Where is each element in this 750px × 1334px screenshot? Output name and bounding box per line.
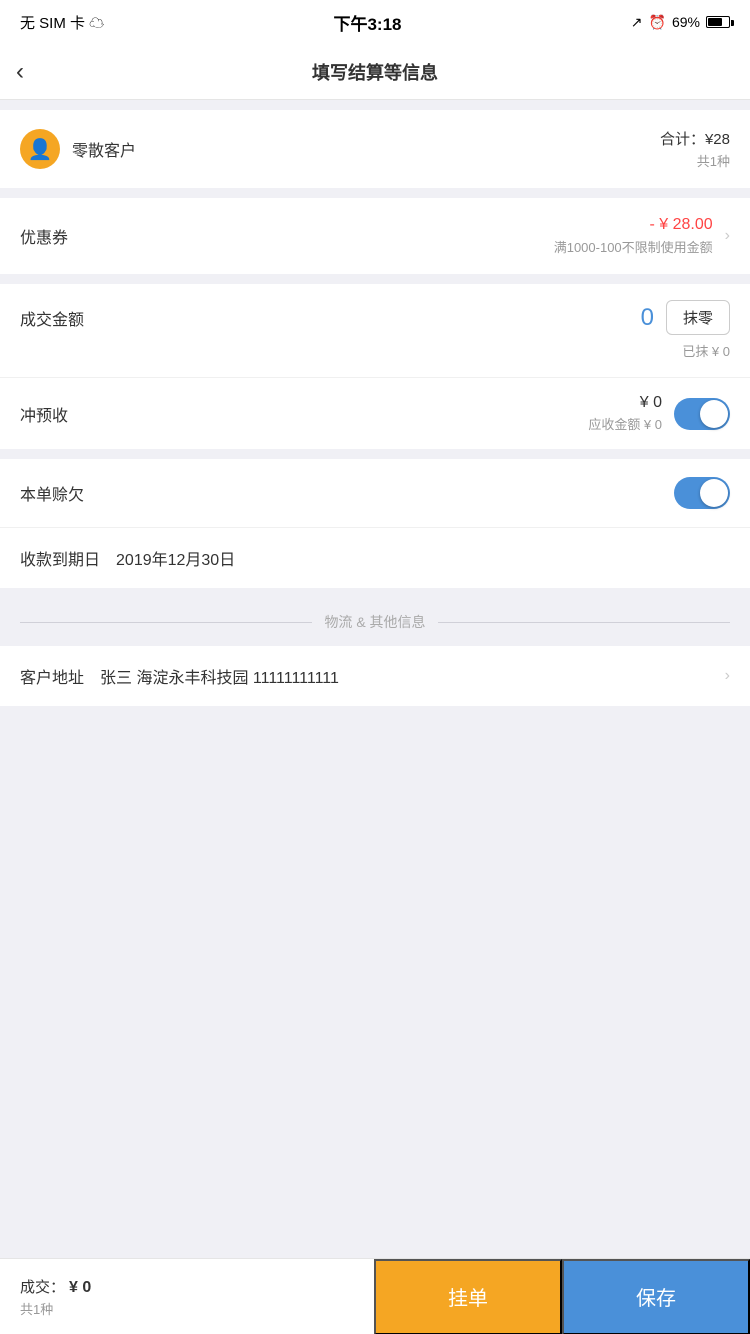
page-title: 填写结算等信息 — [312, 59, 438, 85]
round-zero-button[interactable]: 抹零 — [666, 300, 730, 335]
debt-label: 本单赊欠 — [20, 481, 84, 505]
logistics-header-text: 物流 & 其他信息 — [324, 612, 425, 632]
transaction-amount-label: 成交金额 — [20, 306, 84, 330]
due-date-value: 2019年12月30日 — [116, 546, 235, 570]
debt-toggle[interactable] — [674, 477, 730, 509]
advance-toggle[interactable] — [674, 398, 730, 430]
transaction-amount-section: 成交金额 0 抹零 已抹 ¥ 0 — [0, 284, 750, 378]
customer-name: 零散客户 — [72, 137, 136, 161]
due-date-label: 收款到期日 — [20, 546, 100, 570]
status-time: 下午3:18 — [333, 10, 401, 35]
customer-left: 👤 零散客户 — [20, 129, 136, 169]
coupon-label: 优惠券 — [20, 224, 68, 248]
status-right: ↗ ⏰ 69% — [631, 14, 730, 31]
advance-amount: ¥ 0 — [588, 394, 662, 412]
sim-status: 无 SIM 卡 ☁ — [20, 12, 104, 33]
battery-percent: 69% — [672, 14, 700, 30]
customer-row: 👤 零散客户 合计：¥28 共1种 — [0, 110, 750, 188]
debt-toggle-knob — [700, 479, 728, 507]
advance-right: ¥ 0 应收金额 ¥ 0 — [588, 394, 730, 433]
nav-bar: ‹ 填写结算等信息 — [0, 44, 750, 100]
advance-section: 冲预收 ¥ 0 应收金额 ¥ 0 — [0, 378, 750, 449]
alarm-icon: ⏰ — [649, 14, 666, 31]
coupon-amount: - ¥ 28.00 — [554, 216, 713, 234]
advance-toggle-knob — [700, 400, 728, 428]
due-date-section: 收款到期日 2019年12月30日 — [0, 527, 750, 588]
status-bar: 无 SIM 卡 ☁ 下午3:18 ↗ ⏰ 69% — [0, 0, 750, 44]
coupon-right: - ¥ 28.00 满1000-100不限制使用金额 › — [554, 216, 730, 256]
customer-count: 共1种 — [660, 151, 730, 170]
bottom-count: 共1种 — [20, 1299, 354, 1318]
status-left: 无 SIM 卡 ☁ — [20, 12, 104, 33]
coupon-chevron-icon: › — [725, 227, 730, 245]
bottom-bar: 成交： ¥ 0 共1种 挂单 保存 — [0, 1258, 750, 1334]
coupon-row[interactable]: 优惠券 - ¥ 28.00 满1000-100不限制使用金额 › — [0, 198, 750, 274]
advance-label: 冲预收 — [20, 402, 68, 426]
logistics-header: 物流 & 其他信息 — [0, 598, 750, 646]
bottom-deal-amount: ¥ 0 — [69, 1279, 91, 1297]
advance-values: ¥ 0 应收金额 ¥ 0 — [588, 394, 662, 433]
address-value: 张三 海淀永丰科技园 11111111111 — [100, 664, 725, 688]
empty-space — [0, 716, 750, 916]
back-button[interactable]: ‹ — [16, 58, 24, 86]
header-line-right — [438, 622, 730, 623]
header-line-left — [20, 622, 312, 623]
save-button[interactable]: 保存 — [562, 1259, 750, 1334]
customer-total: 合计：¥28 — [660, 128, 730, 149]
transaction-amount-value[interactable]: 0 — [641, 304, 654, 332]
customer-right: 合计：¥28 共1种 — [660, 128, 730, 170]
coupon-desc: 满1000-100不限制使用金额 — [554, 237, 713, 256]
debt-section: 本单赊欠 — [0, 459, 750, 527]
battery-icon — [706, 16, 730, 28]
customer-avatar: 👤 — [20, 129, 60, 169]
avatar-icon: 👤 — [28, 137, 53, 162]
location-icon: ↗ — [631, 14, 643, 31]
address-chevron-icon: › — [725, 667, 730, 685]
hold-button[interactable]: 挂单 — [374, 1259, 562, 1334]
address-label: 客户地址 — [20, 664, 84, 688]
advance-sub: 应收金额 ¥ 0 — [588, 414, 662, 433]
address-section[interactable]: 客户地址 张三 海淀永丰科技园 11111111111 › — [0, 646, 750, 706]
bottom-deal-label: 成交： — [20, 1276, 65, 1297]
bottom-info: 成交： ¥ 0 共1种 — [0, 1276, 374, 1318]
round-zero-sub: 已抹 ¥ 0 — [682, 344, 730, 359]
